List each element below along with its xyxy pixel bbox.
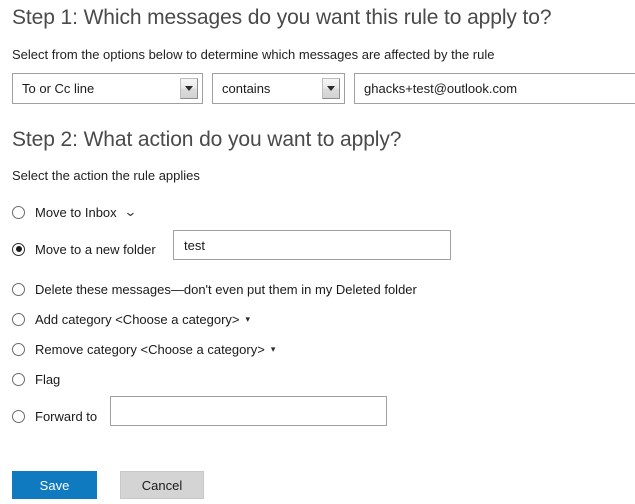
step2-heading: Step 2: What action do you want to apply… xyxy=(12,128,402,151)
cancel-button[interactable]: Cancel xyxy=(120,471,204,499)
caret-down-icon[interactable]: ▾ xyxy=(271,344,276,354)
condition-operator-value: contains xyxy=(222,81,271,96)
radio-button[interactable] xyxy=(12,205,25,219)
action-option-delete-messages[interactable]: Delete these messages—don't even put the… xyxy=(12,278,417,300)
chevron-down-icon[interactable]: ⌄ xyxy=(123,205,137,218)
radio-button[interactable] xyxy=(12,342,25,356)
condition-operator-select[interactable]: contains xyxy=(212,73,345,104)
condition-value-input[interactable]: ghacks+test@outlook.com xyxy=(354,73,635,104)
radio-button-selected[interactable] xyxy=(12,242,25,256)
step2-description: Select the action the rule applies xyxy=(12,168,200,183)
action-option-label: Move to Inbox xyxy=(35,204,117,220)
action-option-move-to-new-folder[interactable]: Move to a new folder xyxy=(12,238,156,260)
radio-button[interactable] xyxy=(12,312,25,326)
step1-heading: Step 1: Which messages do you want this … xyxy=(12,6,552,29)
action-option-move-to-inbox[interactable]: Move to Inbox ⌄ xyxy=(12,201,137,223)
chevron-down-icon[interactable] xyxy=(180,78,198,99)
condition-field-select[interactable]: To or Cc line xyxy=(12,73,203,104)
action-option-add-category[interactable]: Add category <Choose a category> ▾ xyxy=(12,308,250,330)
action-option-label: Add category <Choose a category> xyxy=(35,311,240,327)
new-folder-name-input[interactable]: test xyxy=(173,230,451,260)
caret-down-icon[interactable]: ▾ xyxy=(246,314,251,324)
radio-button[interactable] xyxy=(12,372,25,386)
action-option-label: Forward to xyxy=(35,408,98,424)
action-option-flag[interactable]: Flag xyxy=(12,368,60,390)
action-option-label: Remove category <Choose a category> xyxy=(35,341,265,357)
save-button[interactable]: Save xyxy=(12,471,97,499)
action-option-remove-category[interactable]: Remove category <Choose a category> ▾ xyxy=(12,338,275,360)
rule-editor-page: Step 1: Which messages do you want this … xyxy=(0,0,635,504)
condition-field-value: To or Cc line xyxy=(22,81,95,96)
radio-button[interactable] xyxy=(12,409,25,423)
chevron-down-icon[interactable] xyxy=(322,78,340,99)
forward-to-input[interactable] xyxy=(110,396,387,426)
action-option-forward-to[interactable]: Forward to xyxy=(12,405,97,427)
action-option-label: Flag xyxy=(35,371,61,387)
action-option-label: Move to a new folder xyxy=(35,241,156,257)
action-option-label: Delete these messages—don't even put the… xyxy=(35,281,417,297)
step1-description: Select from the options below to determi… xyxy=(12,47,495,62)
radio-button[interactable] xyxy=(12,282,25,296)
